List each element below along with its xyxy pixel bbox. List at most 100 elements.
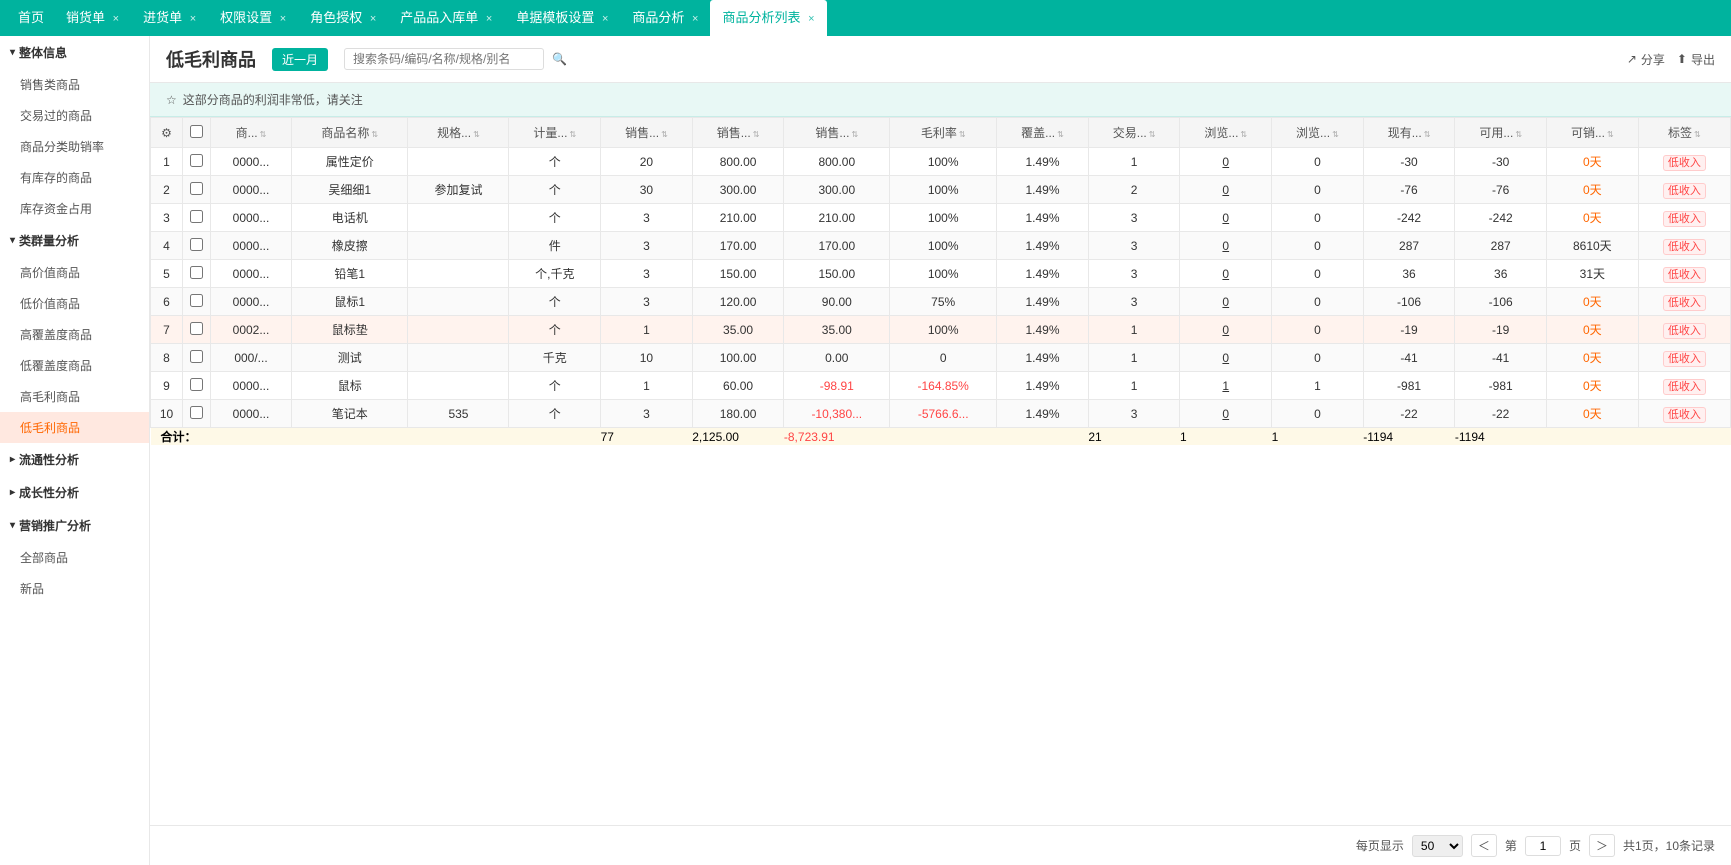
col-current-stock[interactable]: 现有...⇅ <box>1363 118 1455 148</box>
nav-item-home[interactable]: 首页 <box>8 0 54 36</box>
col-tag[interactable]: 标签⇅ <box>1638 118 1730 148</box>
row-checkbox[interactable] <box>183 372 211 400</box>
nav-item-permissions[interactable]: 权限设置 × <box>208 0 298 36</box>
row-spec <box>408 204 509 232</box>
share-button[interactable]: ↗ 分享 <box>1627 51 1665 68</box>
sidebar-item-high-coverage[interactable]: 高覆盖度商品 <box>0 319 149 350</box>
col-available-stock[interactable]: 可用...⇅ <box>1455 118 1547 148</box>
col-sellable-days[interactable]: 可销...⇅ <box>1547 118 1639 148</box>
close-icon[interactable]: × <box>692 13 698 25</box>
share-icon: ↗ <box>1627 52 1637 66</box>
col-code[interactable]: 商...⇅ <box>211 118 292 148</box>
sidebar-item-low-coverage[interactable]: 低覆盖度商品 <box>0 350 149 381</box>
row-views1[interactable]: 0 <box>1180 232 1272 260</box>
col-coverage[interactable]: 覆盖...⇅ <box>997 118 1089 148</box>
close-icon[interactable]: × <box>280 13 286 25</box>
close-icon[interactable]: × <box>370 13 376 25</box>
row-unit: 个 <box>509 316 601 344</box>
select-all-checkbox[interactable] <box>190 125 203 138</box>
row-checkbox[interactable] <box>183 232 211 260</box>
row-checkbox[interactable] <box>183 260 211 288</box>
row-tag: 低收入 <box>1638 232 1730 260</box>
close-icon[interactable]: × <box>113 13 119 25</box>
col-views1[interactable]: 浏览...⇅ <box>1180 118 1272 148</box>
sidebar-group-marketing[interactable]: ▾ 营销推广分析 <box>0 509 149 542</box>
nav-item-product-analysis[interactable]: 商品分析 × <box>620 0 710 36</box>
row-views1[interactable]: 0 <box>1180 260 1272 288</box>
nav-item-sales[interactable]: 销货单 × <box>54 0 131 36</box>
row-checkbox[interactable] <box>183 176 211 204</box>
sidebar-item-category-rate[interactable]: 商品分类助销率 <box>0 131 149 162</box>
search-input[interactable] <box>344 48 544 70</box>
sidebar-item-high-margin[interactable]: 高毛利商品 <box>0 381 149 412</box>
sidebar-item-high-value[interactable]: 高价值商品 <box>0 257 149 288</box>
col-gross-margin[interactable]: 毛利率⇅ <box>890 118 997 148</box>
sidebar-item-new-products[interactable]: 新品 <box>0 573 149 604</box>
sidebar-group-cluster[interactable]: ▾ 类群量分析 <box>0 224 149 257</box>
col-sales-count[interactable]: 销售...⇅ <box>601 118 693 148</box>
close-icon[interactable]: × <box>808 13 814 25</box>
nav-item-template-settings[interactable]: 单据模板设置 × <box>504 0 620 36</box>
col-checkbox[interactable] <box>183 118 211 148</box>
row-views1[interactable]: 0 <box>1180 176 1272 204</box>
col-settings[interactable]: ⚙ <box>151 118 183 148</box>
per-page-select[interactable]: 50 20 100 <box>1412 835 1463 857</box>
row-sales-amount: 170.00 <box>692 232 784 260</box>
row-sales-profit: 300.00 <box>784 176 890 204</box>
row-checkbox[interactable] <box>183 400 211 428</box>
row-unit: 个 <box>509 288 601 316</box>
col-transactions[interactable]: 交易...⇅ <box>1088 118 1180 148</box>
close-icon[interactable]: × <box>602 13 608 25</box>
col-name[interactable]: 商品名称⇅ <box>291 118 407 148</box>
close-icon[interactable]: × <box>190 13 196 25</box>
sidebar-item-low-value[interactable]: 低价值商品 <box>0 288 149 319</box>
row-sales-count: 1 <box>601 316 693 344</box>
filter-recent-month-button[interactable]: 近一月 <box>272 48 328 71</box>
nav-item-product-entry[interactable]: 产品品入库单 × <box>388 0 504 36</box>
sidebar-group-overall[interactable]: ▾ 整体信息 <box>0 36 149 69</box>
prev-page-button[interactable]: ＜ <box>1471 834 1497 857</box>
row-views1[interactable]: 0 <box>1180 400 1272 428</box>
row-views2: 0 <box>1272 148 1364 176</box>
row-no: 4 <box>151 232 183 260</box>
col-sales-profit[interactable]: 销售...⇅ <box>784 118 890 148</box>
page-input[interactable] <box>1525 836 1561 856</box>
search-icon[interactable]: 🔍 <box>552 52 567 66</box>
sidebar-item-all-products[interactable]: 全部商品 <box>0 542 149 573</box>
next-page-button[interactable]: ＞ <box>1589 834 1615 857</box>
nav-item-role-auth[interactable]: 角色授权 × <box>298 0 388 36</box>
sidebar-item-capital-usage[interactable]: 库存资金占用 <box>0 193 149 224</box>
row-current-stock: -22 <box>1363 400 1455 428</box>
col-unit[interactable]: 计量...⇅ <box>509 118 601 148</box>
sidebar-item-low-margin[interactable]: 低毛利商品 <box>0 412 149 443</box>
close-icon[interactable]: × <box>486 13 492 25</box>
row-checkbox[interactable] <box>183 204 211 232</box>
row-views1[interactable]: 0 <box>1180 344 1272 372</box>
row-checkbox[interactable] <box>183 344 211 372</box>
sidebar-group-flow[interactable]: ▸ 流通性分析 <box>0 443 149 476</box>
row-tag: 低收入 <box>1638 204 1730 232</box>
row-views1[interactable]: 0 <box>1180 288 1272 316</box>
row-available-stock: 36 <box>1455 260 1547 288</box>
row-sales-amount: 800.00 <box>692 148 784 176</box>
row-transactions: 3 <box>1088 232 1180 260</box>
col-spec[interactable]: 规格...⇅ <box>408 118 509 148</box>
sidebar-group-growth[interactable]: ▸ 成长性分析 <box>0 476 149 509</box>
sidebar-item-stock-products[interactable]: 有库存的商品 <box>0 162 149 193</box>
row-views1[interactable]: 0 <box>1180 148 1272 176</box>
row-views1[interactable]: 0 <box>1180 204 1272 232</box>
row-checkbox[interactable] <box>183 288 211 316</box>
table-row: 8 000/... 测试 千克 10 100.00 0.00 0 1.49% 1… <box>151 344 1731 372</box>
row-views1[interactable]: 1 <box>1180 372 1272 400</box>
col-views2[interactable]: 浏览...⇅ <box>1272 118 1364 148</box>
row-checkbox[interactable] <box>183 148 211 176</box>
row-checkbox[interactable] <box>183 316 211 344</box>
nav-item-analysis-list[interactable]: 商品分析列表 × <box>710 0 826 36</box>
row-sellable-days: 31天 <box>1547 260 1639 288</box>
row-views1[interactable]: 0 <box>1180 316 1272 344</box>
nav-item-purchase[interactable]: 进货单 × <box>131 0 208 36</box>
sidebar-item-traded-products[interactable]: 交易过的商品 <box>0 100 149 131</box>
col-sales-amount[interactable]: 销售...⇅ <box>692 118 784 148</box>
export-button[interactable]: ⬆ 导出 <box>1677 51 1715 68</box>
sidebar-item-sales-products[interactable]: 销售类商品 <box>0 69 149 100</box>
